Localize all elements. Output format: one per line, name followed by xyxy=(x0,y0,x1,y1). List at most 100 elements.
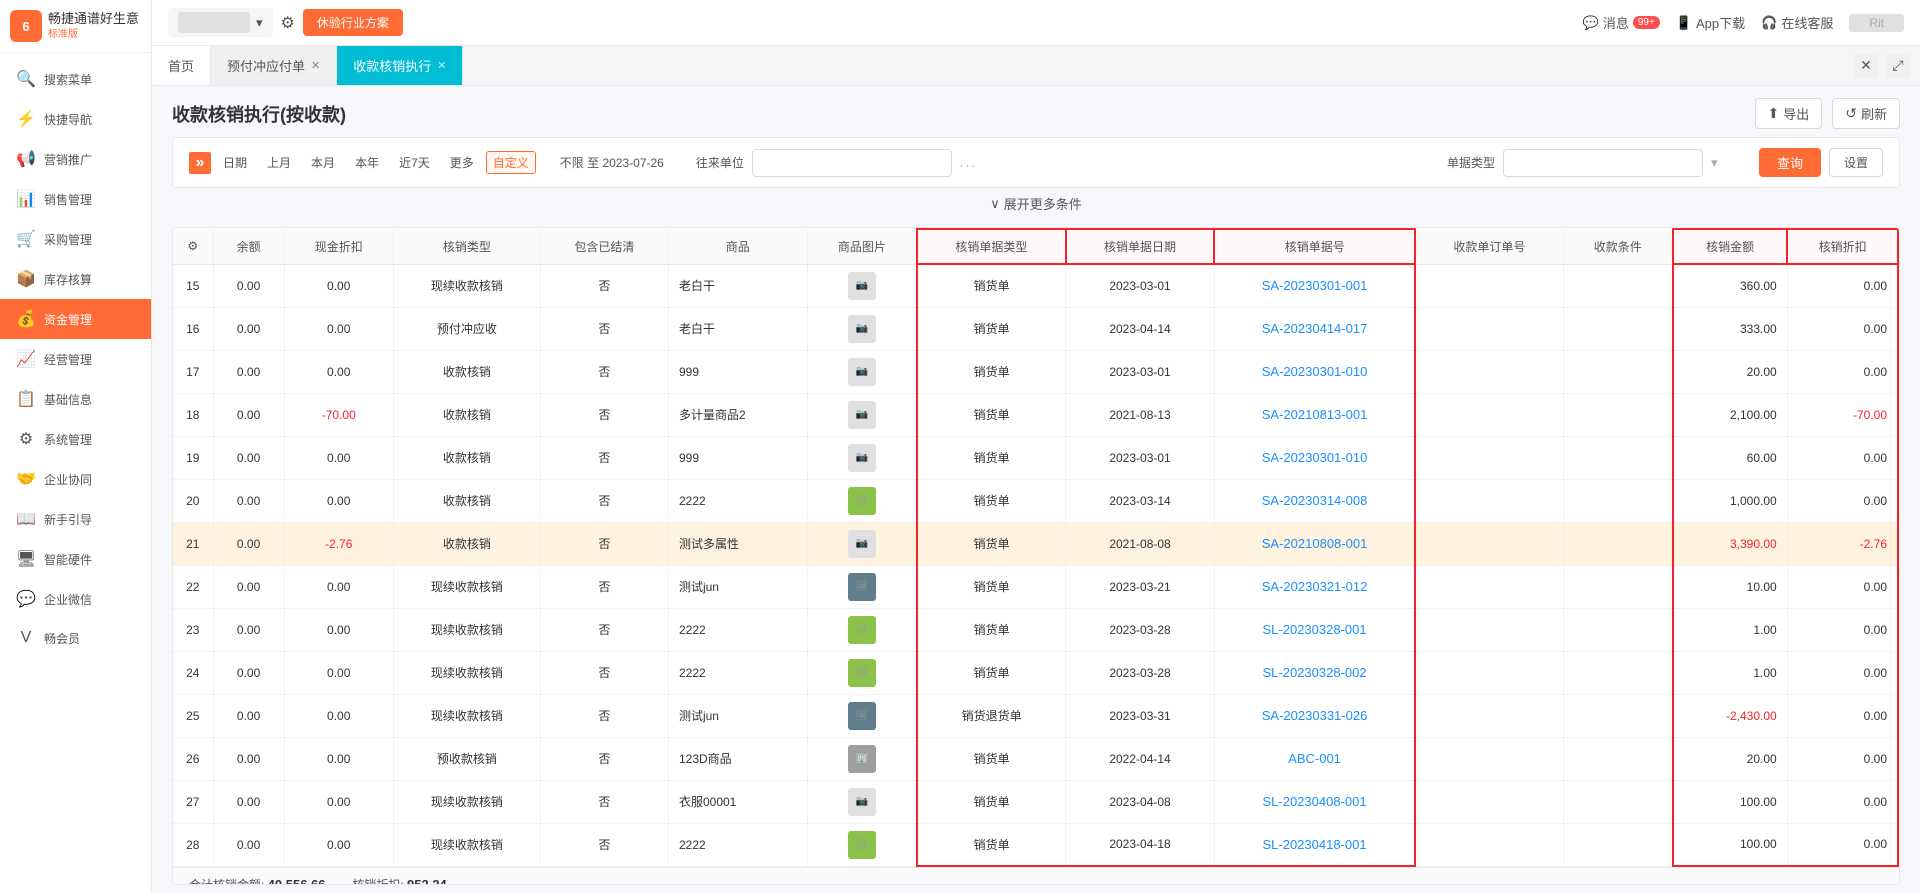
bill-no-link[interactable]: SA-20210808-001 xyxy=(1262,536,1368,551)
bill-no-link[interactable]: ABC-001 xyxy=(1288,751,1341,766)
cell-product: 2222 xyxy=(668,608,807,651)
bill-no-link[interactable]: SL-20230418-001 xyxy=(1262,837,1366,852)
table-row: 18 0.00 -70.00 收款核销 否 多计量商品2 📷 销货单 2021-… xyxy=(173,393,1898,436)
tab-close-all[interactable]: ✕ xyxy=(1854,54,1878,78)
cell-verify-bill-no: SA-20230314-008 xyxy=(1214,479,1415,522)
sidebar-item-企业协同[interactable]: 🤝企业协同 xyxy=(0,459,151,499)
tab-prepay[interactable]: 预付冲应付单 ✕ xyxy=(211,46,337,85)
tab-home[interactable]: 首页 xyxy=(152,46,211,85)
sidebar-item-基础信息[interactable]: 📋基础信息 xyxy=(0,379,151,419)
sidebar-icon: 🛒 xyxy=(16,229,36,249)
cell-cash-discount: 0.00 xyxy=(284,737,393,780)
cell-verify-bill-type: 销货单 xyxy=(917,823,1066,866)
bill-no-link[interactable]: SA-20230301-010 xyxy=(1262,364,1368,379)
sidebar-item-资金管理[interactable]: 💰资金管理 xyxy=(0,299,151,339)
bill-no-link[interactable]: SL-20230408-001 xyxy=(1262,794,1366,809)
bill-no-link[interactable]: SA-20230414-017 xyxy=(1262,321,1368,336)
messages-button[interactable]: 💬 消息 99+ xyxy=(1583,13,1660,32)
industry-button[interactable]: 休验行业方案 xyxy=(303,9,403,36)
filter-expand-button[interactable]: » xyxy=(189,152,211,174)
cell-verify-discount: 0.00 xyxy=(1787,651,1898,694)
bill-no-link[interactable]: SA-20230301-001 xyxy=(1262,278,1368,293)
company-name xyxy=(178,12,250,33)
date-this-year[interactable]: 本年 xyxy=(347,151,387,174)
export-icon: ⬆ xyxy=(1768,105,1780,122)
cell-receipt-condition xyxy=(1563,522,1673,565)
export-button[interactable]: ⬆ 导出 xyxy=(1755,98,1823,129)
bill-no-link[interactable]: SL-20230328-002 xyxy=(1262,665,1366,680)
cell-remainder: 0.00 xyxy=(213,565,284,608)
sidebar-item-营销推广[interactable]: 📢营销推广 xyxy=(0,139,151,179)
tab-verify-close[interactable]: ✕ xyxy=(437,59,446,72)
sidebar-item-库存核算[interactable]: 📦库存核算 xyxy=(0,259,151,299)
cell-verify-type: 现续收款核销 xyxy=(393,780,540,823)
bill-no-link[interactable]: SA-20230321-012 xyxy=(1262,579,1368,594)
cell-product: 999 xyxy=(668,350,807,393)
cell-verify-type: 现续收款核销 xyxy=(393,651,540,694)
tab-maximize[interactable]: ⤢ xyxy=(1886,54,1910,78)
date-more[interactable]: 更多 xyxy=(442,151,482,174)
cell-product: 2222 xyxy=(668,651,807,694)
sidebar-icon: 📋 xyxy=(16,389,36,409)
bill-no-link[interactable]: SL-20230328-001 xyxy=(1262,622,1366,637)
company-selector[interactable]: ▾ xyxy=(168,8,273,37)
cell-receipt-condition xyxy=(1563,436,1673,479)
query-button[interactable]: 查询 xyxy=(1759,148,1821,177)
sidebar-item-销售管理[interactable]: 📊销售管理 xyxy=(0,179,151,219)
app-download-label: App下载 xyxy=(1696,13,1745,32)
sidebar-item-新手引导[interactable]: 📖新手引导 xyxy=(0,499,151,539)
bill-no-link[interactable]: SA-20230331-026 xyxy=(1262,708,1368,723)
cell-verify-discount: 0.00 xyxy=(1787,307,1898,350)
data-table-container: ⚙ 余额 现金折扣 核销类型 包含已结清 商品 商品图片 核销单据类型 核销单据… xyxy=(172,227,1900,885)
cell-verify-amount: 333.00 xyxy=(1673,307,1787,350)
cell-verify-bill-no: SA-20230301-010 xyxy=(1214,436,1415,479)
cell-verify-bill-type: 销货单 xyxy=(917,780,1066,823)
tab-verify[interactable]: 收款核销执行 ✕ xyxy=(337,46,463,85)
date-7days[interactable]: 近7天 xyxy=(391,151,438,174)
cell-product: 测试jun xyxy=(668,565,807,608)
date-last-month[interactable]: 上月 xyxy=(259,151,299,174)
bill-no-link[interactable]: SA-20210813-001 xyxy=(1262,407,1368,422)
refresh-button[interactable]: ↺ 刷新 xyxy=(1832,98,1900,129)
sidebar-item-智能硬件[interactable]: 🖥智能硬件 xyxy=(0,539,151,579)
cell-product-img: 📷 xyxy=(807,393,917,436)
sidebar-item-系统管理[interactable]: ⚙系统管理 xyxy=(0,419,151,459)
tab-prepay-close[interactable]: ✕ xyxy=(311,59,320,72)
voucher-type-input[interactable] xyxy=(1503,149,1703,177)
gear-icon: ⚙ xyxy=(281,13,295,33)
cell-verify-type: 收款核销 xyxy=(393,522,540,565)
online-service-button[interactable]: 🎧 在线客服 xyxy=(1761,13,1833,32)
sidebar-item-快捷导航[interactable]: ⚡快捷导航 xyxy=(0,99,151,139)
bill-no-link[interactable]: SA-20230301-010 xyxy=(1262,450,1368,465)
cell-verify-bill-type: 销货单 xyxy=(917,264,1066,307)
cell-receipt-order xyxy=(1415,780,1563,823)
column-settings-th[interactable]: ⚙ xyxy=(173,229,213,264)
cell-receipt-condition xyxy=(1563,737,1673,780)
cell-verify-bill-type: 销货单 xyxy=(917,307,1066,350)
counterpart-input[interactable] xyxy=(752,149,952,177)
cell-remainder: 0.00 xyxy=(213,780,284,823)
sidebar-item-采购管理[interactable]: 🛒采购管理 xyxy=(0,219,151,259)
online-service-label: 在线客服 xyxy=(1781,13,1833,32)
sidebar-icon: 💰 xyxy=(16,309,36,329)
date-custom[interactable]: 自定义 xyxy=(486,151,536,174)
sidebar-nav: 🔍搜索菜单⚡快捷导航📢营销推广📊销售管理🛒采购管理📦库存核算💰资金管理📈经营管理… xyxy=(0,53,151,893)
column-verify-discount-th: 核销折扣 xyxy=(1787,229,1898,264)
sidebar-item-畅会员[interactable]: V畅会员 xyxy=(0,619,151,657)
cell-receipt-order xyxy=(1415,522,1563,565)
bill-no-link[interactable]: SA-20230314-008 xyxy=(1262,493,1368,508)
gear-settings[interactable]: ⚙ xyxy=(281,13,295,33)
sidebar-item-搜索菜单[interactable]: 🔍搜索菜单 xyxy=(0,59,151,99)
cell-cash-discount: 0.00 xyxy=(284,608,393,651)
cell-verify-bill-type: 销货单 xyxy=(917,651,1066,694)
app-download-button[interactable]: 📱 App下载 xyxy=(1676,13,1745,32)
sidebar-item-企业微信[interactable]: 💬企业微信 xyxy=(0,579,151,619)
date-this-month[interactable]: 本月 xyxy=(303,151,343,174)
cell-verify-bill-date: 2021-08-13 xyxy=(1066,393,1215,436)
user-info[interactable]: Rit xyxy=(1849,14,1904,32)
expand-more[interactable]: ∨ 展开更多条件 xyxy=(152,188,1920,219)
sidebar-item-经营管理[interactable]: 📈经营管理 xyxy=(0,339,151,379)
table-row: 23 0.00 0.00 现续收款核销 否 2222 🖼 销货单 2023-03… xyxy=(173,608,1898,651)
filter-settings-button[interactable]: 设置 xyxy=(1829,148,1883,177)
cell-included-settled: 否 xyxy=(540,350,668,393)
